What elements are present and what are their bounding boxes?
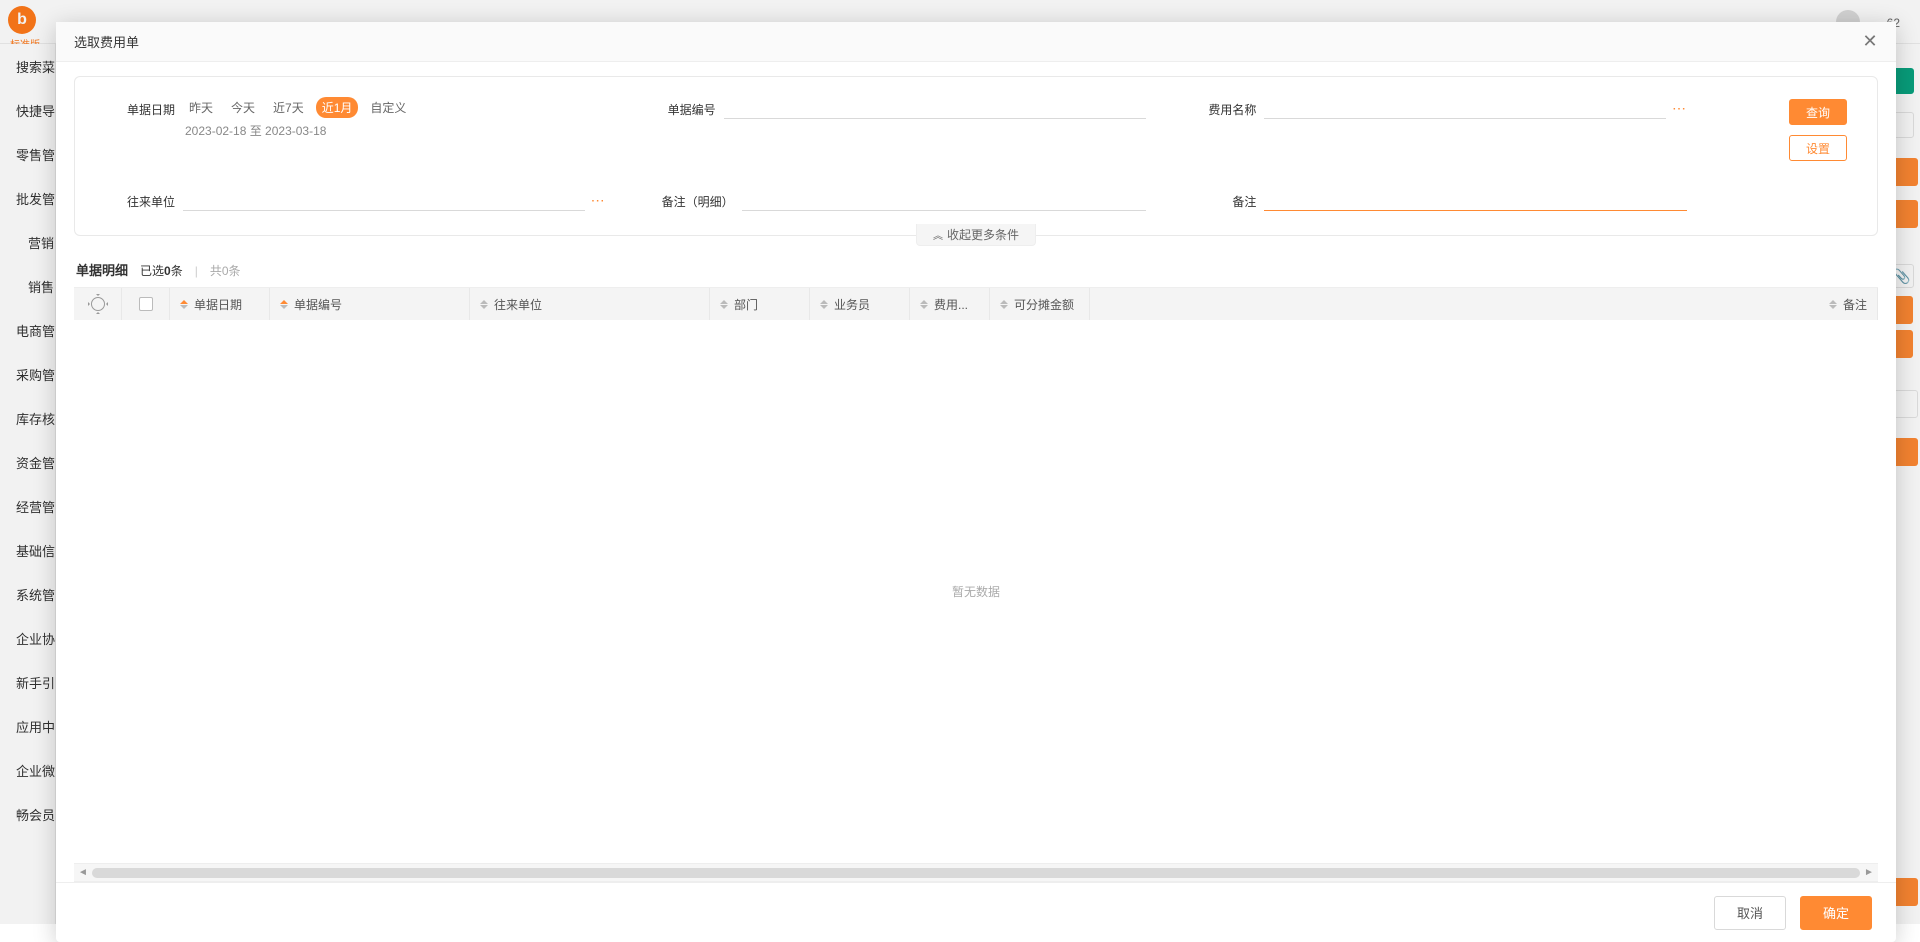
gear-icon: [91, 297, 105, 311]
date-range-chips: 昨天 今天 近7天 近1月 自定义: [183, 97, 606, 118]
chevron-up-icon: ︽: [933, 227, 943, 242]
sort-icon: [180, 297, 190, 311]
filter-doc-no-label: 单据编号: [646, 97, 716, 118]
collapse-filters-button[interactable]: ︽ 收起更多条件: [916, 224, 1036, 246]
filter-card: 单据日期 昨天 今天 近7天 近1月 自定义 2023-02-18 至 2023…: [74, 76, 1878, 236]
scroll-left-icon[interactable]: ◄: [76, 867, 90, 878]
checkbox-icon: [139, 297, 153, 311]
remark-detail-input[interactable]: [742, 189, 1147, 211]
date-chip-custom[interactable]: 自定义: [364, 97, 412, 118]
select-fee-modal: 选取费用单 ✕ 单据日期 昨天 今天 近7天 近1月: [56, 22, 1896, 942]
filter-actions: 查询 设置: [1727, 97, 1847, 161]
modal-footer: 取消 确定: [56, 882, 1896, 942]
table: 单据日期 单据编号 往来单位 部门 业务员 费用... 可分摊金额 备注 暂无数…: [74, 287, 1878, 882]
query-button[interactable]: 查询: [1789, 99, 1847, 125]
scroll-track[interactable]: [92, 868, 1860, 878]
col-party[interactable]: 往来单位: [470, 288, 710, 320]
sort-icon: [920, 297, 930, 311]
selected-count: 已选0条: [140, 262, 183, 279]
filter-remark-detail: 备注（明细）: [646, 189, 1147, 211]
doc-no-input[interactable]: [724, 97, 1147, 119]
date-chip-7days[interactable]: 近7天: [267, 97, 310, 118]
col-doc-no[interactable]: 单据编号: [270, 288, 470, 320]
sort-icon: [1829, 297, 1839, 311]
fee-name-input[interactable]: [1264, 97, 1666, 119]
col-alloc-amount[interactable]: 可分摊金额: [990, 288, 1090, 320]
filter-fee-name: 费用名称 ⋯: [1186, 97, 1687, 119]
list-header: 单据明细 已选0条 | 共0条: [76, 260, 1876, 279]
remark-input[interactable]: [1264, 189, 1687, 211]
modal-body: 单据日期 昨天 今天 近7天 近1月 自定义 2023-02-18 至 2023…: [56, 62, 1896, 882]
close-icon[interactable]: ✕: [1858, 30, 1882, 54]
scroll-right-icon[interactable]: ►: [1862, 867, 1876, 878]
col-date[interactable]: 单据日期: [170, 288, 270, 320]
sort-icon: [820, 297, 830, 311]
filter-remark: 备注: [1186, 189, 1687, 211]
collapse-label: 收起更多条件: [947, 226, 1019, 243]
column-settings-button[interactable]: [74, 288, 122, 320]
col-operator[interactable]: 业务员: [810, 288, 910, 320]
select-all-checkbox[interactable]: [122, 288, 170, 320]
filter-remark-detail-label: 备注（明细）: [646, 189, 734, 210]
modal-header: 选取费用单 ✕: [56, 22, 1896, 62]
horizontal-scrollbar[interactable]: ◄ ►: [74, 863, 1878, 881]
table-header: 单据日期 单据编号 往来单位 部门 业务员 费用... 可分摊金额 备注: [74, 288, 1878, 320]
filter-doc-no: 单据编号: [646, 97, 1147, 119]
party-more-icon[interactable]: ⋯: [591, 192, 606, 211]
sort-icon: [720, 297, 730, 311]
settings-button[interactable]: 设置: [1789, 135, 1847, 161]
sort-icon: [480, 297, 490, 311]
filter-remark-label: 备注: [1186, 189, 1256, 210]
filter-date-label: 单据日期: [105, 97, 175, 118]
modal-title: 选取费用单: [74, 32, 139, 51]
fee-name-more-icon[interactable]: ⋯: [1672, 100, 1687, 119]
total-count: 共0条: [210, 262, 241, 279]
list-title: 单据明细: [76, 260, 128, 279]
filter-date: 单据日期 昨天 今天 近7天 近1月 自定义 2023-02-18 至 2023…: [105, 97, 606, 139]
col-fee[interactable]: 费用...: [910, 288, 990, 320]
sort-icon: [1000, 297, 1010, 311]
filter-party-label: 往来单位: [105, 189, 175, 210]
date-range-text: 2023-02-18 至 2023-03-18: [183, 122, 606, 139]
filter-party: 往来单位 ⋯: [105, 189, 606, 211]
col-remark[interactable]: 备注: [1090, 288, 1878, 320]
col-dept[interactable]: 部门: [710, 288, 810, 320]
cancel-button[interactable]: 取消: [1714, 896, 1786, 930]
confirm-button[interactable]: 确定: [1800, 896, 1872, 930]
date-chip-yesterday[interactable]: 昨天: [183, 97, 219, 118]
scroll-thumb[interactable]: [92, 868, 1860, 878]
party-input[interactable]: [183, 189, 585, 211]
sort-icon: [280, 297, 290, 311]
empty-state: 暂无数据: [74, 320, 1878, 863]
date-chip-1month[interactable]: 近1月: [316, 97, 359, 118]
modal-overlay: 选取费用单 ✕ 单据日期 昨天 今天 近7天 近1月: [0, 0, 1920, 924]
filter-fee-name-label: 费用名称: [1186, 97, 1256, 118]
date-chip-today[interactable]: 今天: [225, 97, 261, 118]
